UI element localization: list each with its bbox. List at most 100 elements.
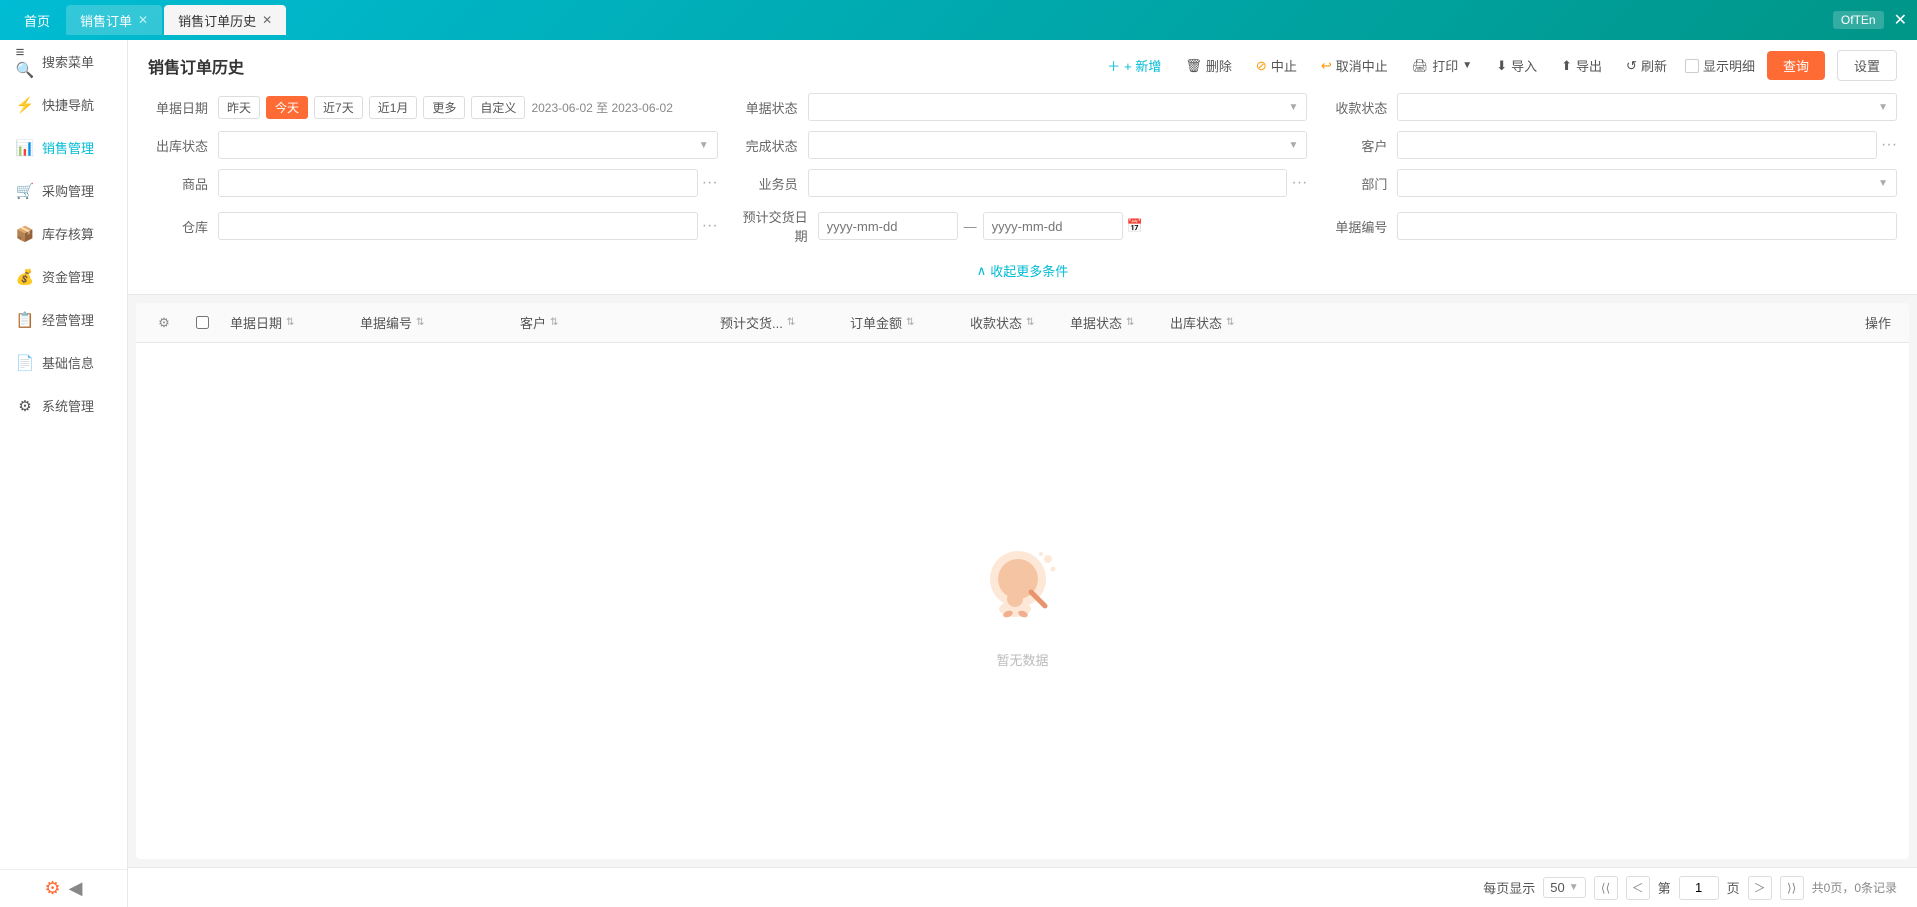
delivery-date-end[interactable] (983, 212, 1123, 240)
sidebar-label-basic: 基础信息 (42, 353, 94, 372)
collapse-bar[interactable]: ∧ 收起更多条件 (148, 255, 1897, 284)
page-size-value: 50 (1550, 880, 1564, 895)
settings-bottom-icon[interactable]: ⚙ (45, 878, 61, 899)
warehouse-input[interactable] (218, 212, 698, 240)
sidebar-item-inventory[interactable]: 📦 库存核算 (0, 212, 127, 255)
date-btn-more[interactable]: 更多 (423, 96, 465, 119)
salesman-input[interactable] (808, 169, 1288, 197)
docnumber-filter-label: 单据编号 (1327, 217, 1397, 236)
sidebar-item-finance[interactable]: 💰 资金管理 (0, 255, 127, 298)
sidebar-item-operations[interactable]: 📋 经营管理 (0, 298, 127, 341)
select-all-checkbox[interactable] (196, 316, 209, 329)
settings-button[interactable]: 设置 (1837, 50, 1897, 81)
th-number-sort: ⇅ (416, 317, 424, 328)
th-delivery[interactable]: 预计交货... ⇅ (712, 313, 842, 332)
main-layout: ≡🔍 搜索菜单 ⚡ 快捷导航 📊 销售管理 🛒 采购管理 📦 库存核算 💰 资金… (0, 40, 1917, 907)
empty-text: 暂无数据 (996, 650, 1048, 669)
collapse-sidebar-icon[interactable]: ◀ (69, 878, 83, 899)
th-payment-status[interactable]: 收款状态 ⇅ (962, 313, 1062, 332)
th-payment-label: 收款状态 (970, 313, 1022, 332)
page-size-select[interactable]: 50 ▼ (1543, 877, 1585, 898)
dept-dropdown-icon: ▼ (1878, 178, 1888, 189)
date-btn-yesterday[interactable]: 昨天 (218, 96, 260, 119)
th-out-status[interactable]: 出库状态 ⇅ (1162, 313, 1282, 332)
tab-sales-order-history[interactable]: 销售订单历史 ✕ (164, 5, 286, 35)
tab-sales-order[interactable]: 销售订单 ✕ (66, 5, 162, 35)
th-doc-status[interactable]: 单据状态 ⇅ (1062, 313, 1162, 332)
tab-close-sales-order[interactable]: ✕ (138, 13, 148, 27)
payment-select[interactable]: ▼ (1397, 93, 1897, 121)
th-date[interactable]: 单据日期 ⇅ (222, 313, 352, 332)
often-label[interactable]: OfTEn (1833, 11, 1884, 29)
sidebar-label-system: 系统管理 (42, 396, 94, 415)
tab-close-history[interactable]: ✕ (262, 13, 272, 27)
filter-col-warehouse: 仓库 ··· (148, 212, 738, 240)
refresh-button[interactable]: ↺ 刷新 (1620, 52, 1673, 79)
date-range-display: 2023-06-02 至 2023-06-02 (531, 99, 672, 116)
operations-icon: 📋 (16, 311, 34, 329)
delivery-date-label: 预计交货日期 (738, 207, 818, 245)
docnumber-input[interactable] (1397, 212, 1897, 240)
page-size-dropdown: ▼ (1569, 882, 1579, 893)
toolbar: ＋ + 新增 🗑 删除 ⊘ 中止 ↩ 取消中止 (1101, 50, 1897, 81)
product-input[interactable] (218, 169, 698, 197)
th-number[interactable]: 单据编号 ⇅ (352, 313, 512, 332)
print-button[interactable]: 🖨 打印 ▼ (1406, 52, 1478, 79)
th-outstatus-label: 出库状态 (1170, 313, 1222, 332)
complete-select[interactable]: ▼ (808, 131, 1308, 159)
import-button[interactable]: ⬇ 导入 (1490, 52, 1543, 79)
page-number-input[interactable] (1679, 876, 1719, 900)
th-amount-label: 订单金额 (850, 313, 902, 332)
prev-page-button[interactable]: ＜ (1626, 876, 1650, 900)
filter-panel: 销售订单历史 ＋ + 新增 🗑 删除 ⊘ 中止 ↩ (128, 40, 1917, 295)
customer-input[interactable] (1397, 131, 1877, 159)
filter-col-payment: 收款状态 ▼ (1327, 93, 1897, 121)
date-btn-custom[interactable]: 自定义 (471, 96, 525, 119)
query-button[interactable]: 查询 (1767, 51, 1825, 80)
column-settings-icon[interactable]: ⚙ (146, 315, 182, 331)
window-close-icon[interactable]: ✕ (1894, 10, 1907, 30)
display-checkbox[interactable] (1685, 59, 1699, 73)
tab-home[interactable]: + 新增 首页 (10, 5, 64, 35)
display-toggle[interactable]: 显示明细 (1685, 56, 1755, 75)
date-btn-1month[interactable]: 近1月 (369, 96, 418, 119)
sidebar-label-nav: 快捷导航 (42, 95, 94, 114)
delete-button[interactable]: 🗑 删除 (1179, 52, 1238, 79)
export-button[interactable]: ⬆ 导出 (1555, 52, 1608, 79)
sidebar-item-nav[interactable]: ⚡ 快捷导航 (0, 83, 127, 126)
filter-col-complete: 完成状态 ▼ (738, 131, 1328, 159)
sidebar-item-search[interactable]: ≡🔍 搜索菜单 (0, 40, 127, 83)
calendar-icon[interactable]: 📅 (1123, 218, 1147, 234)
sidebar-item-sales[interactable]: 📊 销售管理 (0, 126, 127, 169)
th-checkbox[interactable] (182, 316, 222, 329)
th-amount[interactable]: 订单金额 ⇅ (842, 313, 962, 332)
date-btn-today[interactable]: 今天 (266, 96, 308, 119)
basic-icon: 📄 (16, 354, 34, 372)
status-select[interactable]: ▼ (808, 93, 1308, 121)
last-page-button[interactable]: ⟩⟩ (1780, 876, 1804, 900)
new-button[interactable]: ＋ + 新增 (1101, 52, 1167, 79)
stop-button[interactable]: ⊘ 中止 (1250, 52, 1303, 79)
th-customer[interactable]: 客户 ⇅ (512, 313, 712, 332)
first-page-button[interactable]: ⟨⟨ (1594, 876, 1618, 900)
table-header: ⚙ 单据日期 ⇅ 单据编号 ⇅ 客户 ⇅ 预计交货... (136, 303, 1909, 343)
delivery-filter-label: 出库状态 (148, 136, 218, 155)
system-icon: ⚙ (16, 397, 34, 415)
dept-select[interactable]: ▼ (1397, 169, 1897, 197)
next-page-button[interactable]: ＞ (1748, 876, 1772, 900)
cancel-stop-icon: ↩ (1321, 58, 1332, 74)
delivery-date-start[interactable] (818, 212, 958, 240)
delivery-select[interactable]: ▼ (218, 131, 718, 159)
dept-filter-label: 部门 (1327, 174, 1397, 193)
purchase-icon: 🛒 (16, 182, 34, 200)
customer-more-icon[interactable]: ··· (1881, 136, 1897, 154)
sidebar-item-basic[interactable]: 📄 基础信息 (0, 341, 127, 384)
sidebar-item-system[interactable]: ⚙ 系统管理 (0, 384, 127, 427)
salesman-more-icon[interactable]: ··· (1291, 174, 1307, 192)
sidebar-item-purchase[interactable]: 🛒 采购管理 (0, 169, 127, 212)
filter-col-delivery: 出库状态 ▼ (148, 131, 738, 159)
warehouse-more-icon[interactable]: ··· (702, 217, 718, 235)
date-btn-7days[interactable]: 近7天 (314, 96, 363, 119)
product-more-icon[interactable]: ··· (702, 174, 718, 192)
cancel-stop-button[interactable]: ↩ 取消中止 (1315, 52, 1394, 79)
